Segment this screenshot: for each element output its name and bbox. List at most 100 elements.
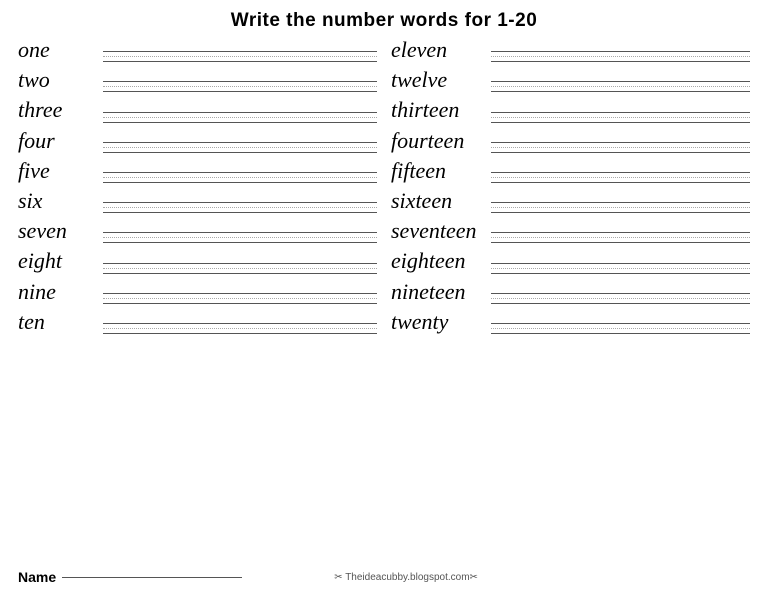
word-row-seven: seven: [18, 219, 377, 246]
dotted-line: [103, 177, 377, 178]
write-lines-nine[interactable]: [103, 293, 377, 306]
word-row-ten: ten: [18, 310, 377, 337]
solid-line: [491, 172, 750, 173]
word-row-eighteen: eighteen: [391, 249, 750, 276]
solid-line: [491, 263, 750, 264]
dotted-line: [103, 86, 377, 87]
word-label-fourteen: fourteen: [391, 129, 491, 155]
write-lines-eleven[interactable]: [491, 51, 750, 64]
dotted-line: [491, 147, 750, 148]
word-row-eleven: eleven: [391, 38, 750, 65]
word-label-five: five: [18, 159, 103, 185]
solid-line: [491, 142, 750, 143]
footer-url: ✂ Theideacubby.blogspot.com✂: [242, 572, 570, 583]
solid-line-2: [491, 152, 750, 153]
solid-line-2: [103, 303, 377, 304]
word-row-eight: eight: [18, 249, 377, 276]
solid-line: [103, 293, 377, 294]
solid-line-2: [103, 242, 377, 243]
word-row-five: five: [18, 159, 377, 186]
solid-line: [103, 112, 377, 113]
dotted-line: [103, 147, 377, 148]
solid-line-2: [103, 122, 377, 123]
dotted-line: [491, 268, 750, 269]
dotted-line: [491, 298, 750, 299]
solid-line: [491, 293, 750, 294]
write-lines-seventeen[interactable]: [491, 232, 750, 245]
footer: Name ✂ Theideacubby.blogspot.com✂: [18, 567, 750, 585]
word-row-six: six: [18, 189, 377, 216]
right-column: eleven twelve thirteen fourteen fifteen sixte…: [387, 38, 750, 563]
write-lines-fourteen[interactable]: [491, 142, 750, 155]
dotted-line: [103, 268, 377, 269]
solid-line-2: [103, 333, 377, 334]
word-label-two: two: [18, 68, 103, 94]
word-label-four: four: [18, 129, 103, 155]
solid-line: [103, 142, 377, 143]
write-lines-six[interactable]: [103, 202, 377, 215]
solid-line: [491, 81, 750, 82]
solid-line-2: [103, 273, 377, 274]
dotted-line: [491, 56, 750, 57]
word-label-twenty: twenty: [391, 310, 491, 336]
solid-line-2: [491, 242, 750, 243]
word-row-seventeen: seventeen: [391, 219, 750, 246]
write-lines-eight[interactable]: [103, 263, 377, 276]
dotted-line: [103, 328, 377, 329]
word-label-three: three: [18, 98, 103, 124]
solid-line-2: [491, 91, 750, 92]
write-lines-ten[interactable]: [103, 323, 377, 336]
word-label-one: one: [18, 38, 103, 64]
write-lines-seven[interactable]: [103, 232, 377, 245]
write-lines-eighteen[interactable]: [491, 263, 750, 276]
write-lines-fifteen[interactable]: [491, 172, 750, 185]
solid-line-2: [103, 182, 377, 183]
word-row-twenty: twenty: [391, 310, 750, 337]
write-lines-one[interactable]: [103, 51, 377, 64]
name-line[interactable]: [62, 577, 242, 578]
word-row-nine: nine: [18, 280, 377, 307]
word-label-fifteen: fifteen: [391, 159, 491, 185]
word-label-nineteen: nineteen: [391, 280, 491, 306]
dotted-line: [491, 117, 750, 118]
write-lines-twelve[interactable]: [491, 81, 750, 94]
write-lines-three[interactable]: [103, 112, 377, 125]
dotted-line: [103, 117, 377, 118]
left-column: one two three four five six seven eight nine ten: [18, 38, 387, 563]
solid-line-2: [491, 212, 750, 213]
solid-line-2: [103, 61, 377, 62]
write-lines-two[interactable]: [103, 81, 377, 94]
dotted-line: [491, 86, 750, 87]
dotted-line: [491, 237, 750, 238]
name-area: Name: [18, 569, 242, 585]
write-lines-four[interactable]: [103, 142, 377, 155]
word-label-seventeen: seventeen: [391, 219, 491, 245]
word-label-thirteen: thirteen: [391, 98, 491, 124]
solid-line: [491, 51, 750, 52]
write-lines-thirteen[interactable]: [491, 112, 750, 125]
word-label-ten: ten: [18, 310, 103, 336]
word-label-eleven: eleven: [391, 38, 491, 64]
solid-line-2: [103, 91, 377, 92]
write-lines-nineteen[interactable]: [491, 293, 750, 306]
solid-line: [491, 232, 750, 233]
word-row-sixteen: sixteen: [391, 189, 750, 216]
page: Write the number words for 1-20 one two th…: [0, 0, 768, 593]
write-lines-twenty[interactable]: [491, 323, 750, 336]
solid-line: [103, 81, 377, 82]
solid-line-2: [491, 61, 750, 62]
write-lines-sixteen[interactable]: [491, 202, 750, 215]
page-title: Write the number words for 1-20: [18, 10, 750, 32]
word-label-six: six: [18, 189, 103, 215]
solid-line-2: [491, 122, 750, 123]
word-label-nine: nine: [18, 280, 103, 306]
word-row-twelve: twelve: [391, 68, 750, 95]
solid-line-2: [491, 303, 750, 304]
dotted-line: [491, 207, 750, 208]
word-row-fourteen: fourteen: [391, 129, 750, 156]
write-lines-five[interactable]: [103, 172, 377, 185]
solid-line: [491, 112, 750, 113]
word-row-four: four: [18, 129, 377, 156]
word-row-thirteen: thirteen: [391, 98, 750, 125]
solid-line: [103, 263, 377, 264]
